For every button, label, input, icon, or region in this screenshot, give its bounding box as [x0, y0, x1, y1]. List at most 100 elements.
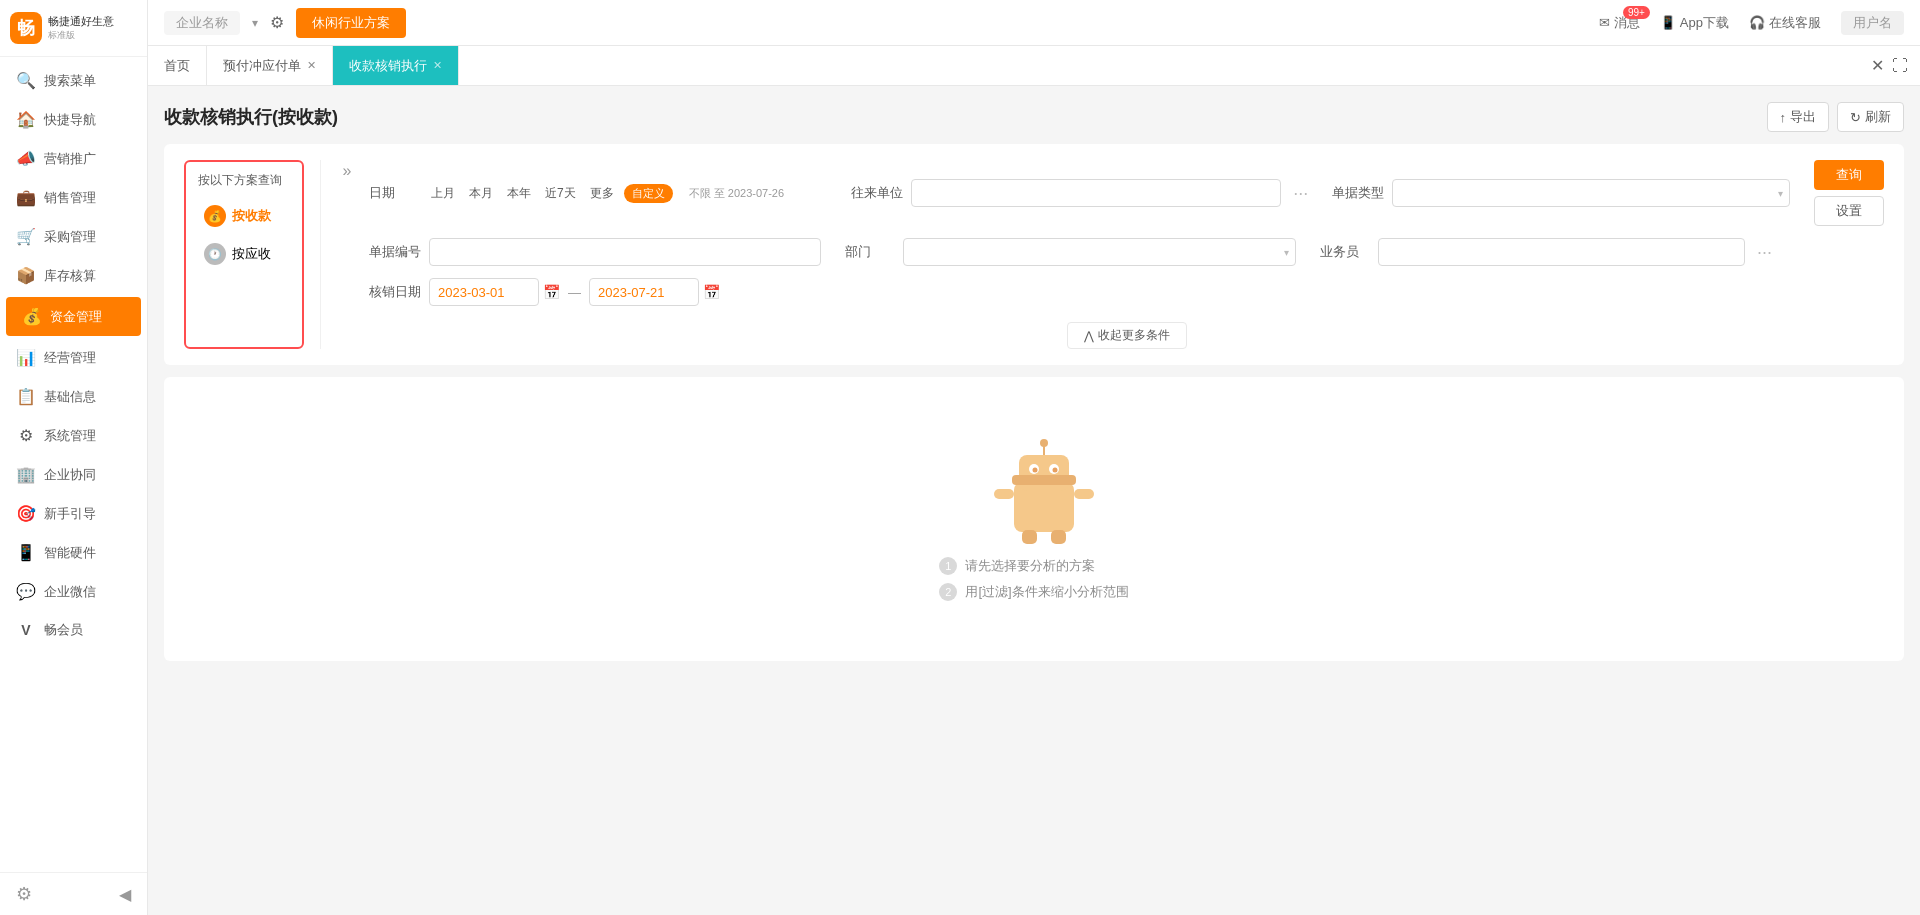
tab-close-active-icon[interactable]: ✕: [433, 59, 442, 72]
receivable-option-icon: 🕐: [204, 243, 226, 265]
verify-date-end-input[interactable]: 2023-07-21: [589, 278, 699, 306]
date-tabs: 上月 本月 本年 近7天 更多 自定义: [427, 183, 673, 204]
query-button[interactable]: 查询: [1814, 160, 1884, 190]
collapse-up-icon: ⋀: [1084, 329, 1094, 343]
date-tab-more[interactable]: 更多: [586, 183, 618, 204]
logo-icon: 畅: [10, 12, 42, 44]
collapse-more-row: ⋀ 收起更多条件: [369, 322, 1884, 349]
sidebar-item-marketing[interactable]: 📣 营销推广: [0, 139, 147, 178]
collapse-sidebar-icon[interactable]: ◀: [119, 885, 131, 904]
empty-hints: 1 请先选择要分析的方案 2 用[过滤]条件来缩小分析范围: [939, 557, 1128, 601]
sidebar-item-inventory[interactable]: 📦 库存核算: [0, 256, 147, 295]
export-button[interactable]: ↑ 导出: [1767, 102, 1830, 132]
sidebar-item-purchase[interactable]: 🛒 采购管理: [0, 217, 147, 256]
svg-rect-9: [1051, 530, 1066, 544]
date-tab-last-month[interactable]: 上月: [427, 183, 459, 204]
voucher-type-select[interactable]: ▾: [1392, 179, 1790, 207]
online-service-button[interactable]: 🎧 在线客服: [1749, 14, 1821, 32]
tab-receipt-verify[interactable]: 收款核销执行 ✕: [333, 46, 459, 85]
purchase-icon: 🛒: [16, 227, 36, 246]
close-window-icon[interactable]: ✕: [1871, 56, 1884, 75]
filter-scheme-panel: 按以下方案查询 💰 按收款 🕐 按应收: [184, 160, 304, 349]
search-icon: 🔍: [16, 71, 36, 90]
chevron-down-icon[interactable]: ▾: [252, 16, 258, 30]
hardware-icon: 📱: [16, 543, 36, 562]
sidebar-item-search[interactable]: 🔍 搜索菜单: [0, 61, 147, 100]
page-actions: ↑ 导出 ↻ 刷新: [1767, 102, 1905, 132]
sidebar-item-operation[interactable]: 📊 经营管理: [0, 338, 147, 377]
filter-row-2: 单据编号 部门 ▾ 业务员 ···: [369, 238, 1884, 266]
svg-rect-8: [1022, 530, 1037, 544]
date-tab-this-year[interactable]: 本年: [503, 183, 535, 204]
counterparty-dots-icon[interactable]: ···: [1293, 183, 1308, 204]
empty-hint-2: 2 用[过滤]条件来缩小分析范围: [939, 583, 1128, 601]
hint-text-1: 请先选择要分析的方案: [965, 557, 1095, 575]
home-icon: 🏠: [16, 110, 36, 129]
sidebar-item-label: 库存核算: [44, 267, 96, 285]
voucher-no-input[interactable]: [429, 238, 821, 266]
app-icon: 📱: [1660, 15, 1676, 30]
logo-badge: 标准版: [48, 29, 114, 42]
expand-icon[interactable]: ⛶: [1892, 57, 1908, 75]
solution-button[interactable]: 休闲行业方案: [296, 8, 406, 38]
sidebar-item-enterprise[interactable]: 🏢 企业协同: [0, 455, 147, 494]
message-icon: ✉: [1599, 15, 1610, 30]
hint-num-1: 1: [939, 557, 957, 575]
svg-point-12: [1040, 439, 1048, 447]
sidebar-item-label: 采购管理: [44, 228, 96, 246]
settings-icon[interactable]: ⚙: [16, 883, 32, 905]
sidebar-item-guide[interactable]: 🎯 新手引导: [0, 494, 147, 533]
sidebar-item-wechat[interactable]: 💬 企业微信: [0, 572, 147, 611]
sidebar-item-system[interactable]: ⚙ 系统管理: [0, 416, 147, 455]
filter-option-by-receivable[interactable]: 🕐 按应收: [198, 239, 290, 269]
logo-name: 畅捷通好生意: [48, 14, 114, 28]
empty-illustration: [984, 437, 1084, 537]
app-download-button[interactable]: 📱 App下载: [1660, 14, 1729, 32]
filter-form: 日期 上月 本月 本年 近7天 更多 自定义 不限 至 2023-07-26: [369, 160, 1884, 349]
sidebar: 畅 畅捷通好生意 标准版 🔍 搜索菜单 🏠 快捷导航 📣 营销推广 💼 销售管理…: [0, 0, 148, 915]
sidebar-item-hardware[interactable]: 📱 智能硬件: [0, 533, 147, 572]
tab-home[interactable]: 首页: [148, 46, 207, 85]
sidebar-item-vip[interactable]: V 畅会员: [0, 611, 147, 649]
svg-rect-1: [1019, 455, 1069, 491]
message-button[interactable]: ✉ 消息 99+: [1599, 14, 1640, 32]
date-label: 日期: [369, 184, 419, 202]
gear-icon[interactable]: ⚙: [270, 13, 284, 32]
filter-action-buttons: 查询 设置: [1814, 160, 1884, 226]
biz-staff-input[interactable]: [1378, 238, 1745, 266]
operation-icon: 📊: [16, 348, 36, 367]
sidebar-item-label: 基础信息: [44, 388, 96, 406]
sidebar-item-label: 新手引导: [44, 505, 96, 523]
collapse-more-button[interactable]: ⋀ 收起更多条件: [1067, 322, 1187, 349]
calendar-start-icon[interactable]: 📅: [543, 284, 560, 300]
app-label: App下载: [1680, 14, 1729, 32]
sidebar-item-label: 营销推广: [44, 150, 96, 168]
sidebar-item-basic[interactable]: 📋 基础信息: [0, 377, 147, 416]
tab-prepay[interactable]: 预付冲应付单 ✕: [207, 46, 333, 85]
refresh-button[interactable]: ↻ 刷新: [1837, 102, 1904, 132]
verify-date-start-input[interactable]: 2023-03-01: [429, 278, 539, 306]
sidebar-item-sales[interactable]: 💼 销售管理: [0, 178, 147, 217]
user-avatar[interactable]: 用户名: [1841, 11, 1904, 35]
sidebar-item-label: 企业微信: [44, 583, 96, 601]
filter-scheme-title: 按以下方案查询: [198, 172, 290, 189]
filter-option-by-receipt[interactable]: 💰 按收款: [198, 201, 290, 231]
biz-staff-dots-icon[interactable]: ···: [1757, 242, 1772, 263]
date-field: 日期 上月 本月 本年 近7天 更多 自定义 不限 至 2023-07-26: [369, 183, 827, 204]
counterparty-input[interactable]: [911, 179, 1282, 207]
sidebar-item-label: 企业协同: [44, 466, 96, 484]
settings-button[interactable]: 设置: [1814, 196, 1884, 226]
sidebar-item-finance[interactable]: 💰 资金管理: [6, 297, 141, 336]
date-tab-7days[interactable]: 近7天: [541, 183, 580, 204]
collapse-filter-button[interactable]: »: [337, 162, 357, 180]
dept-select[interactable]: ▾: [903, 238, 1297, 266]
voucher-no-field: 单据编号: [369, 238, 821, 266]
date-tab-this-month[interactable]: 本月: [465, 183, 497, 204]
sidebar-item-quick-nav[interactable]: 🏠 快捷导航: [0, 100, 147, 139]
date-tab-custom[interactable]: 自定义: [624, 184, 673, 203]
header-left: 企业名称 ▾ ⚙ 休闲行业方案: [164, 8, 406, 38]
receivable-option-label: 按应收: [232, 245, 271, 263]
filter-divider: [320, 160, 321, 349]
tab-close-icon[interactable]: ✕: [307, 59, 316, 72]
calendar-end-icon[interactable]: 📅: [703, 284, 720, 300]
